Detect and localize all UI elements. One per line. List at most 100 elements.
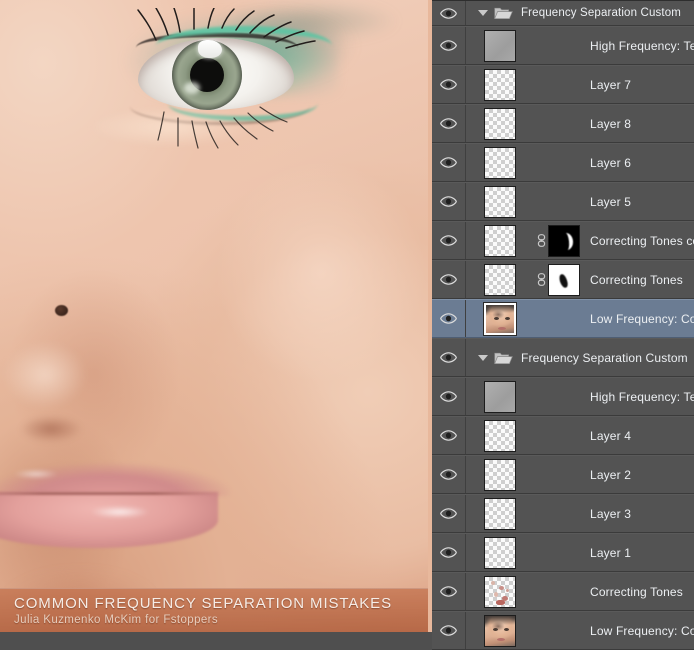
layer-visibility-toggle[interactable]	[432, 1, 466, 25]
layer-row[interactable]: Layer 8	[432, 104, 694, 143]
layer-visibility-toggle[interactable]	[432, 573, 466, 610]
eye-icon[interactable]	[440, 40, 457, 51]
layer-thumbnail-cell[interactable]	[466, 68, 590, 101]
layer-thumbnail-transparent[interactable]	[484, 497, 516, 530]
layer-name-cell[interactable]: Correcting Tones copy	[590, 234, 694, 248]
layer-name-cell[interactable]: High Frequency: Texture	[590, 390, 694, 404]
layer-thumbnail-cell[interactable]	[466, 458, 590, 491]
layer-mask-cell[interactable]	[534, 263, 590, 296]
layer-visibility-toggle[interactable]	[432, 456, 466, 493]
image-canvas[interactable]: COMMON FREQUENCY SEPARATION MISTAKES Jul…	[0, 0, 428, 632]
layer-thumbnail-cell[interactable]	[466, 29, 590, 62]
chain-link-icon[interactable]	[537, 273, 546, 286]
layer-name-cell[interactable]: Layer 4	[590, 429, 694, 443]
eye-icon[interactable]	[440, 586, 457, 597]
layer-visibility-toggle[interactable]	[432, 27, 466, 64]
mask-link-toggle[interactable]	[534, 273, 548, 286]
layers-panel[interactable]: Frequency Separation Custom High Frequen…	[428, 0, 694, 650]
eye-icon[interactable]	[440, 547, 457, 558]
layer-name-cell[interactable]: Layer 5	[590, 195, 694, 209]
layer-name-cell[interactable]: Layer 8	[590, 117, 694, 131]
layer-row[interactable]: Layer 5	[432, 182, 694, 221]
layer-thumbnail-transparent[interactable]	[484, 107, 516, 140]
layer-thumbnail-cell[interactable]	[466, 301, 590, 336]
triangle-down-icon[interactable]	[478, 10, 488, 16]
eye-icon[interactable]	[440, 157, 457, 168]
eye-icon[interactable]	[440, 352, 457, 363]
eye-icon[interactable]	[440, 7, 457, 19]
layer-thumbnail-cell[interactable]	[466, 146, 590, 179]
layer-visibility-toggle[interactable]	[432, 66, 466, 103]
layer-name-cell[interactable]: Layer 3	[590, 507, 694, 521]
layer-visibility-toggle[interactable]	[432, 222, 466, 259]
layer-thumbnail-portrait[interactable]	[484, 614, 516, 647]
layer-visibility-toggle[interactable]	[432, 300, 466, 337]
layer-visibility-toggle[interactable]	[432, 144, 466, 181]
eye-icon[interactable]	[440, 508, 457, 519]
layer-name-cell[interactable]: Correcting Tones	[590, 585, 694, 599]
layers-list[interactable]: Frequency Separation Custom High Frequen…	[432, 0, 694, 650]
layer-thumbnail-gray[interactable]	[484, 380, 516, 413]
layer-visibility-toggle[interactable]	[432, 183, 466, 220]
triangle-down-icon[interactable]	[478, 354, 488, 361]
layer-name-cell[interactable]: High Frequency: Texture	[590, 39, 694, 53]
eye-icon[interactable]	[440, 625, 457, 636]
layer-thumbnail-transparent[interactable]	[484, 68, 516, 101]
layer-row[interactable]: Correcting Tones	[432, 572, 694, 611]
layer-mask-thumbnail[interactable]	[548, 224, 580, 257]
layer-row[interactable]: Correcting Tones copy	[432, 221, 694, 260]
layer-thumbnail-gray[interactable]	[484, 29, 516, 62]
layer-row[interactable]: Layer 7	[432, 65, 694, 104]
layer-row[interactable]: Frequency Separation Custom	[432, 0, 694, 26]
layer-row[interactable]: Low Frequency: Colors & Tones	[432, 611, 694, 650]
layer-visibility-toggle[interactable]	[432, 612, 466, 649]
layer-name-cell[interactable]: Low Frequency: Colors & Tones	[590, 312, 694, 326]
mask-link-toggle[interactable]	[534, 234, 548, 247]
layer-row[interactable]: Layer 1	[432, 533, 694, 572]
layer-name-cell[interactable]: Layer 1	[590, 546, 694, 560]
eye-icon[interactable]	[440, 313, 457, 324]
layer-row[interactable]: Low Frequency: Colors & Tones	[432, 299, 694, 338]
layer-thumbnail-transparent[interactable]	[484, 146, 516, 179]
layer-thumbnail-cell[interactable]	[466, 614, 590, 647]
layer-visibility-toggle[interactable]	[432, 417, 466, 454]
layer-thumbnail-transparent[interactable]	[484, 263, 516, 296]
layer-group-header[interactable]: Frequency Separation Custom	[466, 351, 688, 365]
layer-name-cell[interactable]: Low Frequency: Colors & Tones	[590, 624, 694, 638]
eye-icon[interactable]	[440, 79, 457, 90]
layer-thumbnail-cell[interactable]	[466, 536, 590, 569]
layer-thumbnail-cell[interactable]	[466, 185, 590, 218]
layer-thumbnail-cell[interactable]	[466, 224, 534, 257]
layer-thumbnail-cell[interactable]	[466, 107, 590, 140]
chain-link-icon[interactable]	[537, 234, 546, 247]
layer-thumbnail-cell[interactable]	[466, 419, 590, 452]
layer-row[interactable]: Layer 2	[432, 455, 694, 494]
layer-thumbnail-transparent[interactable]	[484, 185, 516, 218]
layer-thumbnail-cell[interactable]	[466, 497, 590, 530]
layer-name-cell[interactable]: Layer 6	[590, 156, 694, 170]
layer-name-cell[interactable]: Layer 2	[590, 468, 694, 482]
layer-thumbnail-cell[interactable]	[466, 575, 590, 608]
eye-icon[interactable]	[440, 391, 457, 402]
layer-name-cell[interactable]: Layer 7	[590, 78, 694, 92]
layer-visibility-toggle[interactable]	[432, 261, 466, 298]
layer-group-header[interactable]: Frequency Separation Custom	[466, 6, 681, 20]
layer-thumbnail-portrait[interactable]	[483, 301, 517, 336]
layer-visibility-toggle[interactable]	[432, 495, 466, 532]
layer-mask-cell[interactable]	[534, 224, 590, 257]
layer-thumbnail-transparent[interactable]	[484, 458, 516, 491]
layer-thumbnail-transparent[interactable]	[484, 536, 516, 569]
layer-mask-thumbnail[interactable]	[548, 263, 580, 296]
layer-name-cell[interactable]: Correcting Tones	[590, 273, 694, 287]
layer-row[interactable]: High Frequency: Texture	[432, 377, 694, 416]
layer-thumbnail-transparent[interactable]	[484, 419, 516, 452]
layer-thumbnail-retouch-marks[interactable]	[484, 575, 516, 608]
layer-thumbnail-cell[interactable]	[466, 263, 534, 296]
eye-icon[interactable]	[440, 235, 457, 246]
eye-icon[interactable]	[440, 469, 457, 480]
layer-row[interactable]: Frequency Separation Custom	[432, 338, 694, 377]
layer-row[interactable]: Layer 6	[432, 143, 694, 182]
layer-visibility-toggle[interactable]	[432, 105, 466, 142]
eye-icon[interactable]	[440, 118, 457, 129]
layer-visibility-toggle[interactable]	[432, 339, 466, 376]
